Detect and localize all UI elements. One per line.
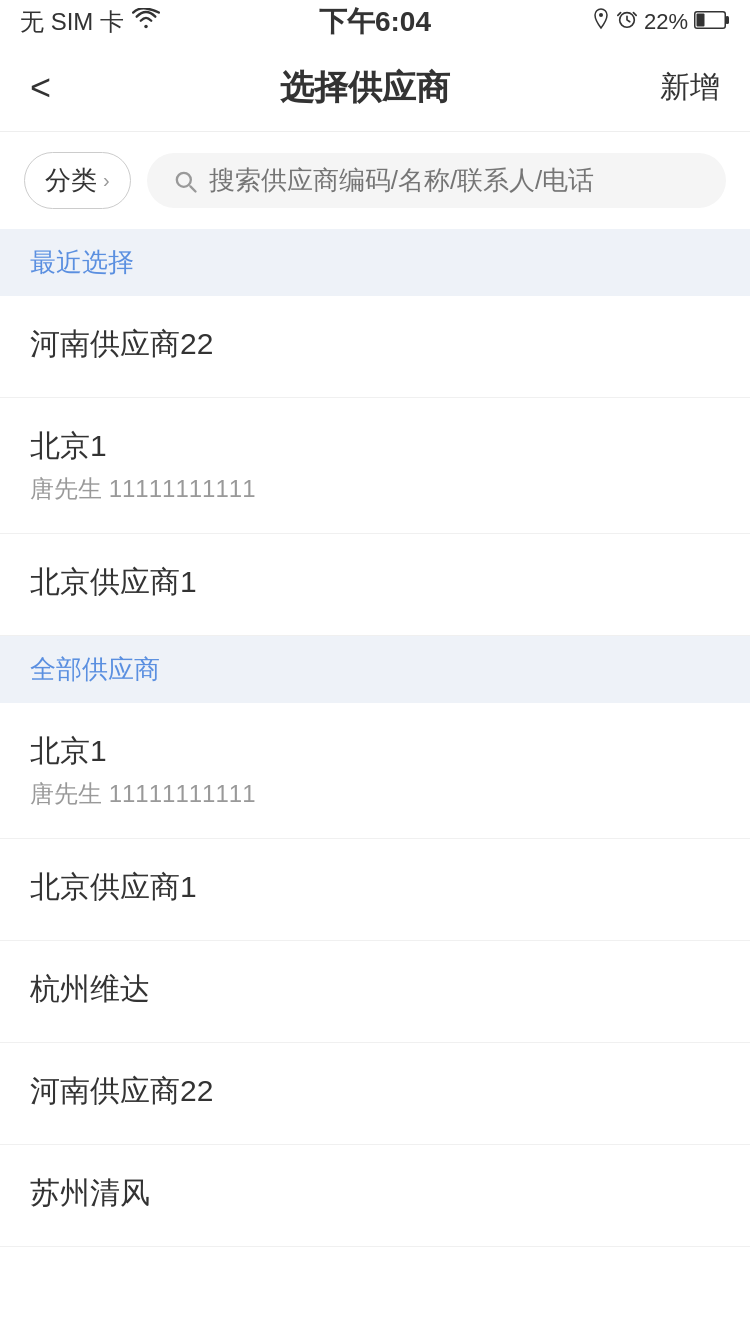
battery-icon [694,9,730,35]
all-section-label: 全部供应商 [30,654,160,684]
recent-list-item[interactable]: 北京供应商1 [0,534,750,636]
chevron-right-icon: › [103,169,110,192]
status-right: 22% [592,8,730,36]
alarm-icon [616,8,638,36]
svg-rect-3 [726,16,730,24]
battery-label: 22% [644,9,688,35]
all-list-item[interactable]: 北京1 唐先生 11111111111 [0,703,750,839]
item-name: 北京1 [30,426,720,467]
item-name: 北京1 [30,731,720,772]
item-name: 苏州清风 [30,1173,720,1214]
item-name: 河南供应商22 [30,1071,720,1112]
category-label: 分类 [45,163,97,198]
carrier-label: 无 SIM 卡 [20,6,124,38]
search-box [147,153,726,208]
all-list-item[interactable]: 河南供应商22 [0,1043,750,1145]
item-sub: 唐先生 11111111111 [30,473,720,505]
filter-bar: 分类 › [0,132,750,229]
recent-section-header: 最近选择 [0,229,750,296]
recent-list-item[interactable]: 河南供应商22 [0,296,750,398]
add-button[interactable]: 新增 [640,67,720,108]
svg-point-0 [599,13,603,17]
search-input[interactable] [209,165,702,196]
item-name: 北京供应商1 [30,562,720,603]
svg-rect-4 [697,14,705,27]
page-title: 选择供应商 [280,65,450,111]
all-list-item[interactable]: 苏州清风 [0,1145,750,1247]
item-name: 北京供应商1 [30,867,720,908]
all-items-list: 北京1 唐先生 11111111111 北京供应商1 杭州维达河南供应商22 苏州清风 [0,703,750,1247]
nav-bar: < 选择供应商 新增 [0,44,750,132]
recent-list-item[interactable]: 北京1 唐先生 11111111111 [0,398,750,534]
wifi-icon [132,8,160,36]
category-button[interactable]: 分类 › [24,152,131,209]
location-icon [592,8,610,36]
all-list-item[interactable]: 杭州维达 [0,941,750,1043]
status-left: 无 SIM 卡 [20,6,160,38]
item-name: 杭州维达 [30,969,720,1010]
recent-section-label: 最近选择 [30,247,134,277]
status-time: 下午6:04 [319,3,431,41]
recent-items-list: 河南供应商22 北京1 唐先生 11111111111 北京供应商1 [0,296,750,636]
item-name: 河南供应商22 [30,324,720,365]
status-bar: 无 SIM 卡 下午6:04 22% [0,0,750,44]
item-sub: 唐先生 11111111111 [30,778,720,810]
search-icon [171,167,199,195]
back-button[interactable]: < [30,67,90,109]
all-section-header: 全部供应商 [0,636,750,703]
all-list-item[interactable]: 北京供应商1 [0,839,750,941]
